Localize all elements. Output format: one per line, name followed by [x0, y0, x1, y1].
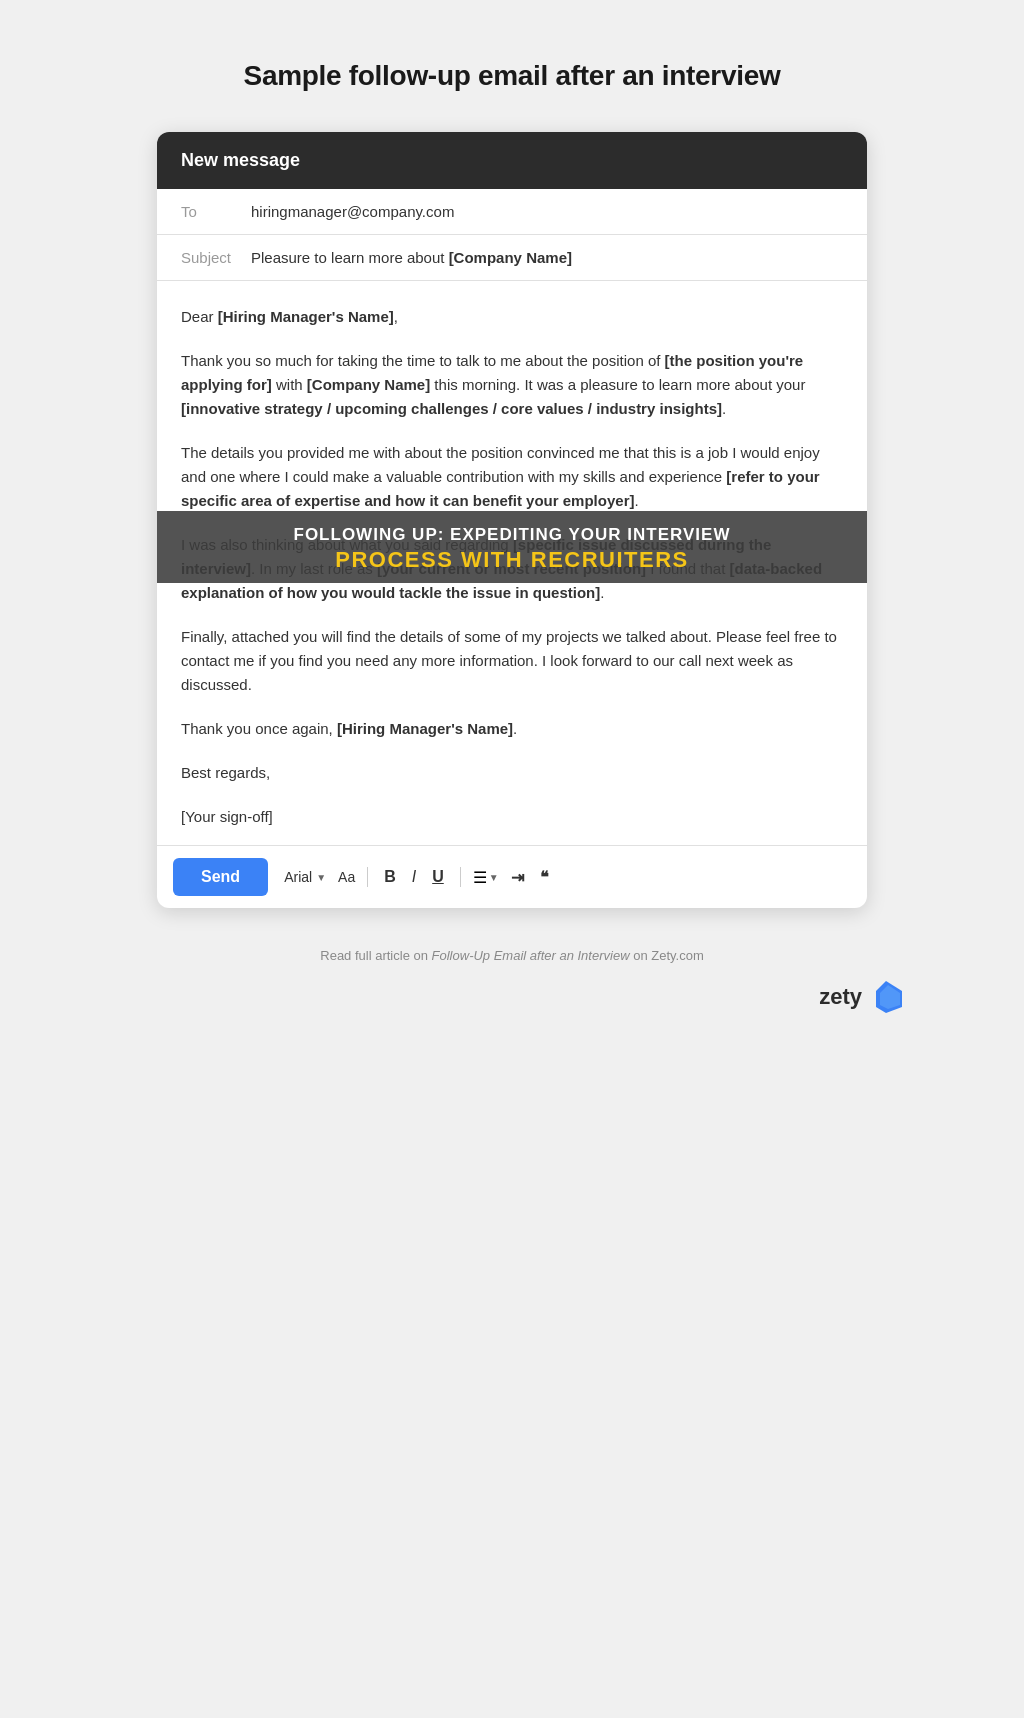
signoff: [Your sign-off]: [181, 805, 843, 829]
align-button[interactable]: ☰ ▼: [473, 868, 499, 887]
subject-company: [Company Name]: [449, 249, 572, 266]
hiring-manager-name: [Hiring Manager's Name]: [218, 308, 394, 325]
indent-button[interactable]: ⇥: [507, 866, 528, 889]
font-chevron-icon: ▼: [316, 872, 326, 883]
subject-label: Subject: [181, 249, 251, 266]
footer-text-before: Read full article on: [320, 948, 428, 963]
paragraph-4: Finally, attached you will find the deta…: [181, 625, 843, 697]
email-body: Dear [Hiring Manager's Name], Thank you …: [157, 281, 867, 845]
email-card: New message To hiringmanager@company.com…: [157, 132, 867, 908]
align-icon: ☰: [473, 868, 487, 887]
closing: Best regards,: [181, 761, 843, 785]
thanks-line: Thank you once again, [Hiring Manager's …: [181, 717, 843, 741]
subject-field: Subject Pleasure to learn more about [Co…: [157, 235, 867, 281]
font-name: Arial: [284, 869, 312, 885]
footer-link-text[interactable]: Follow-Up Email after an Interview: [432, 948, 630, 963]
footer-text-after: on Zety.com: [633, 948, 704, 963]
subject-value[interactable]: Pleasure to learn more about [Company Na…: [251, 249, 572, 266]
font-size-button[interactable]: Aa: [338, 869, 355, 885]
send-button[interactable]: Send: [173, 858, 268, 896]
overlay-line2: PROCESS WITH RECRUITERS: [177, 547, 847, 573]
quote-icon: ❝: [540, 869, 549, 886]
footer-text: Read full article on Follow-Up Email aft…: [80, 948, 944, 963]
align-chevron-icon: ▼: [489, 872, 499, 883]
bold-button[interactable]: B: [380, 866, 400, 888]
quote-button[interactable]: ❝: [536, 866, 553, 889]
to-value[interactable]: hiringmanager@company.com: [251, 203, 454, 220]
footer-logo: zety: [80, 979, 944, 1015]
paragraph-1: Thank you so much for taking the time to…: [181, 349, 843, 421]
email-toolbar: Send Arial ▼ Aa B I U ☰ ▼ ⇥ ❝: [157, 845, 867, 908]
zety-logo-icon: [868, 979, 904, 1015]
indent-icon: ⇥: [511, 869, 524, 886]
italic-button[interactable]: I: [408, 866, 420, 888]
zety-brand-text: zety: [819, 984, 862, 1010]
greeting: Dear [Hiring Manager's Name],: [181, 305, 843, 329]
page-title: Sample follow-up email after an intervie…: [244, 60, 781, 92]
toolbar-separator-1: [367, 867, 368, 887]
toolbar-separator-2: [460, 867, 461, 887]
to-field: To hiringmanager@company.com: [157, 189, 867, 235]
to-label: To: [181, 203, 251, 220]
underline-button[interactable]: U: [428, 866, 448, 888]
overlay-line1: FOLLOWING UP: EXPEDITING YOUR INTERVIEW: [177, 525, 847, 545]
footer: Read full article on Follow-Up Email aft…: [80, 948, 944, 1015]
paragraph-2: The details you provided me with about t…: [181, 441, 843, 513]
email-header-title: New message: [181, 150, 300, 170]
overlay-banner: FOLLOWING UP: EXPEDITING YOUR INTERVIEW …: [157, 511, 867, 583]
font-selector[interactable]: Arial ▼: [284, 869, 326, 885]
email-header: New message: [157, 132, 867, 189]
